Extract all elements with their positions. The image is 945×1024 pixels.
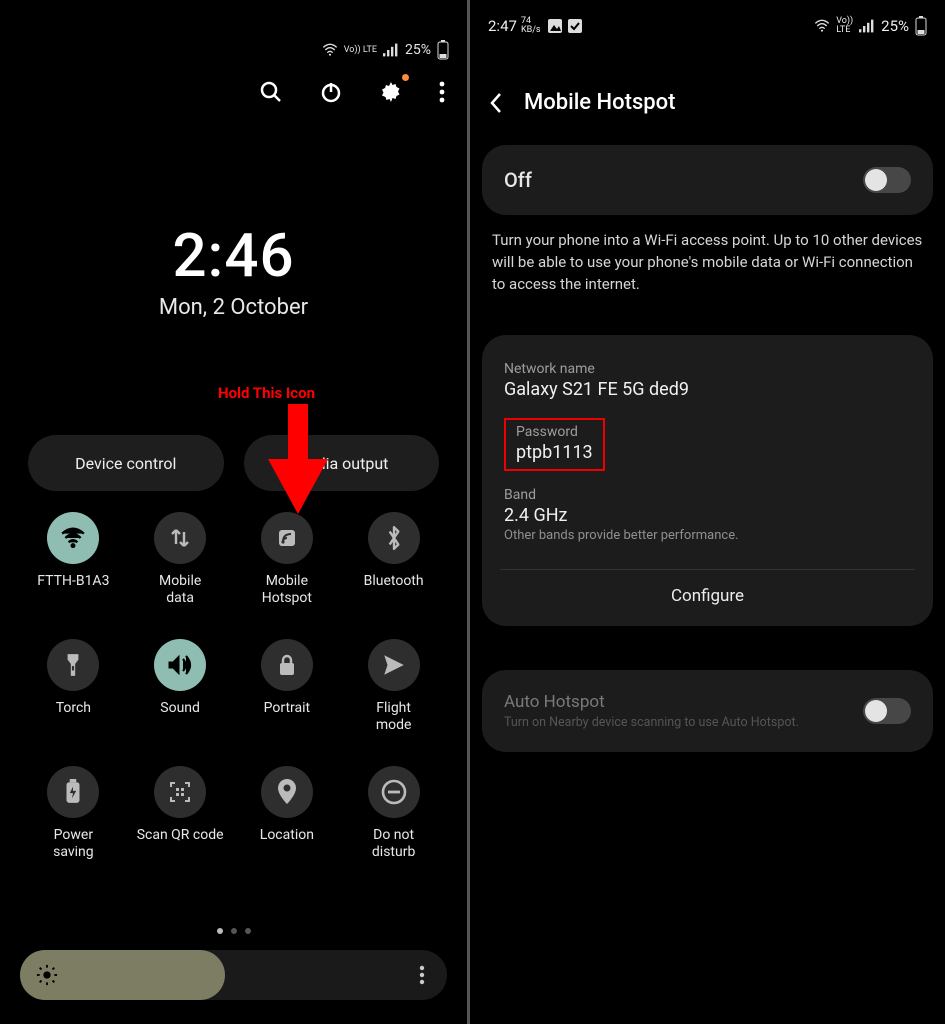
tiles-grid: FTTH-B1A3 Mobile data Mobile Hotspot Blueto… (20, 512, 447, 861)
status-bar: 2:47 74KB/s Vo))LTE 25% (488, 16, 927, 36)
tile-label: Flight mode (376, 700, 412, 734)
gear-icon[interactable] (379, 80, 403, 104)
tile-label: FTTH-B1A3 (37, 573, 109, 607)
network-name-value: Galaxy S21 FE 5G ded9 (504, 379, 911, 400)
more-icon[interactable] (439, 81, 445, 103)
battery-icon[interactable] (47, 766, 99, 818)
auto-hotspot-title: Auto Hotspot (504, 692, 799, 712)
tile-qr[interactable]: Scan QR code (127, 766, 234, 861)
network-name-label: Network name (504, 361, 911, 377)
dnd-icon[interactable] (368, 766, 420, 818)
tile-label: Power saving (53, 827, 94, 861)
hotspot-state-label: Off (504, 168, 532, 192)
plane-icon[interactable] (368, 639, 420, 691)
tile-label: Sound (160, 700, 200, 734)
brightness-fill (20, 950, 225, 1000)
tile-location[interactable]: Location (234, 766, 341, 861)
wifi-icon[interactable] (47, 512, 99, 564)
status-bar: Vo)) LTE 25% (322, 40, 449, 60)
signal-icon (859, 19, 875, 33)
swap-icon[interactable] (154, 512, 206, 564)
battery-text: 25% (881, 17, 909, 35)
tile-label: Mobile Hotspot (262, 573, 312, 607)
tile-lock[interactable]: Portrait (234, 639, 341, 734)
clock-date: Mon, 2 October (0, 295, 467, 320)
header: Mobile Hotspot (488, 90, 675, 115)
tile-label: Do not disturb (372, 827, 415, 861)
sun-icon (36, 964, 58, 986)
network-name-field[interactable]: Network name Galaxy S21 FE 5G ded9 (504, 355, 911, 412)
hotspot-toggle-card[interactable]: Off (482, 145, 933, 215)
page-indicator (0, 928, 467, 934)
torch-icon[interactable] (47, 639, 99, 691)
tile-wifi[interactable]: FTTH-B1A3 (20, 512, 127, 607)
tile-battery[interactable]: Power saving (20, 766, 127, 861)
configure-button[interactable]: Configure (504, 570, 911, 608)
hotspot-icon[interactable] (261, 512, 313, 564)
tile-hotspot[interactable]: Mobile Hotspot (234, 512, 341, 607)
clock-time: 2:46 (0, 220, 467, 291)
lock-icon[interactable] (261, 639, 313, 691)
hotspot-description: Turn your phone into a Wi-Fi access poin… (492, 230, 923, 295)
notification-dot (402, 74, 409, 81)
band-label: Band (504, 487, 911, 503)
password-field[interactable]: Password ptpb1113 (504, 412, 911, 471)
band-note: Other bands provide better performance. (504, 528, 911, 543)
battery-icon (915, 16, 927, 36)
check-icon (567, 18, 583, 34)
device-control-button[interactable]: Device control (28, 435, 224, 491)
auto-hotspot-subtitle: Turn on Nearby device scanning to use Au… (504, 715, 799, 730)
tile-sound[interactable]: Sound (127, 639, 234, 734)
battery-icon (437, 40, 449, 60)
annotation-arrow (268, 404, 328, 514)
bluetooth-icon[interactable] (368, 512, 420, 564)
hotspot-settings-screen: 2:47 74KB/s Vo))LTE 25% Mobile Hotspot O… (470, 0, 945, 1024)
wifi-status-icon (322, 43, 338, 57)
tile-label: Bluetooth (364, 573, 424, 607)
band-field[interactable]: Band 2.4 GHz Other bands provide better … (504, 481, 911, 555)
tile-label: Torch (56, 700, 91, 734)
top-actions (259, 80, 445, 104)
quick-settings-panel: Vo)) LTE 25% 2:46 Mon, 2 October Hold Th… (0, 0, 470, 1024)
auto-hotspot-toggle[interactable] (863, 698, 911, 724)
network-card: Network name Galaxy S21 FE 5G ded9 Passw… (482, 335, 933, 626)
power-icon[interactable] (319, 80, 343, 104)
tile-label: Mobile data (159, 573, 201, 607)
tile-label: Location (260, 827, 314, 861)
tile-swap[interactable]: Mobile data (127, 512, 234, 607)
auto-hotspot-card[interactable]: Auto Hotspot Turn on Nearby device scann… (482, 670, 933, 752)
password-label: Password (516, 424, 593, 440)
pill-row: Device control Media output (28, 435, 439, 491)
status-speed: 74KB/s (521, 17, 541, 35)
tile-label: Portrait (264, 700, 310, 734)
qr-icon[interactable] (154, 766, 206, 818)
battery-text: 25% (405, 42, 431, 58)
hotspot-toggle[interactable] (863, 167, 911, 193)
tile-label: Scan QR code (137, 827, 224, 861)
search-icon[interactable] (259, 80, 283, 104)
location-icon[interactable] (261, 766, 313, 818)
password-value: ptpb1113 (516, 442, 593, 463)
page-title: Mobile Hotspot (524, 90, 675, 115)
sound-icon[interactable] (154, 639, 206, 691)
net-type: Vo)) LTE (344, 46, 377, 55)
tile-bluetooth[interactable]: Bluetooth (340, 512, 447, 607)
signal-icon (383, 43, 399, 57)
annotation-text: Hold This Icon (218, 384, 315, 402)
band-value: 2.4 GHz (504, 505, 911, 526)
tile-torch[interactable]: Torch (20, 639, 127, 734)
picture-icon (547, 18, 563, 34)
brightness-more-icon[interactable] (405, 965, 439, 985)
clock: 2:46 Mon, 2 October (0, 220, 467, 320)
wifi-status-icon (814, 19, 830, 33)
brightness-slider[interactable] (20, 950, 447, 1000)
back-icon[interactable] (488, 91, 504, 115)
tile-plane[interactable]: Flight mode (340, 639, 447, 734)
tile-dnd[interactable]: Do not disturb (340, 766, 447, 861)
status-time: 2:47 (488, 17, 517, 35)
